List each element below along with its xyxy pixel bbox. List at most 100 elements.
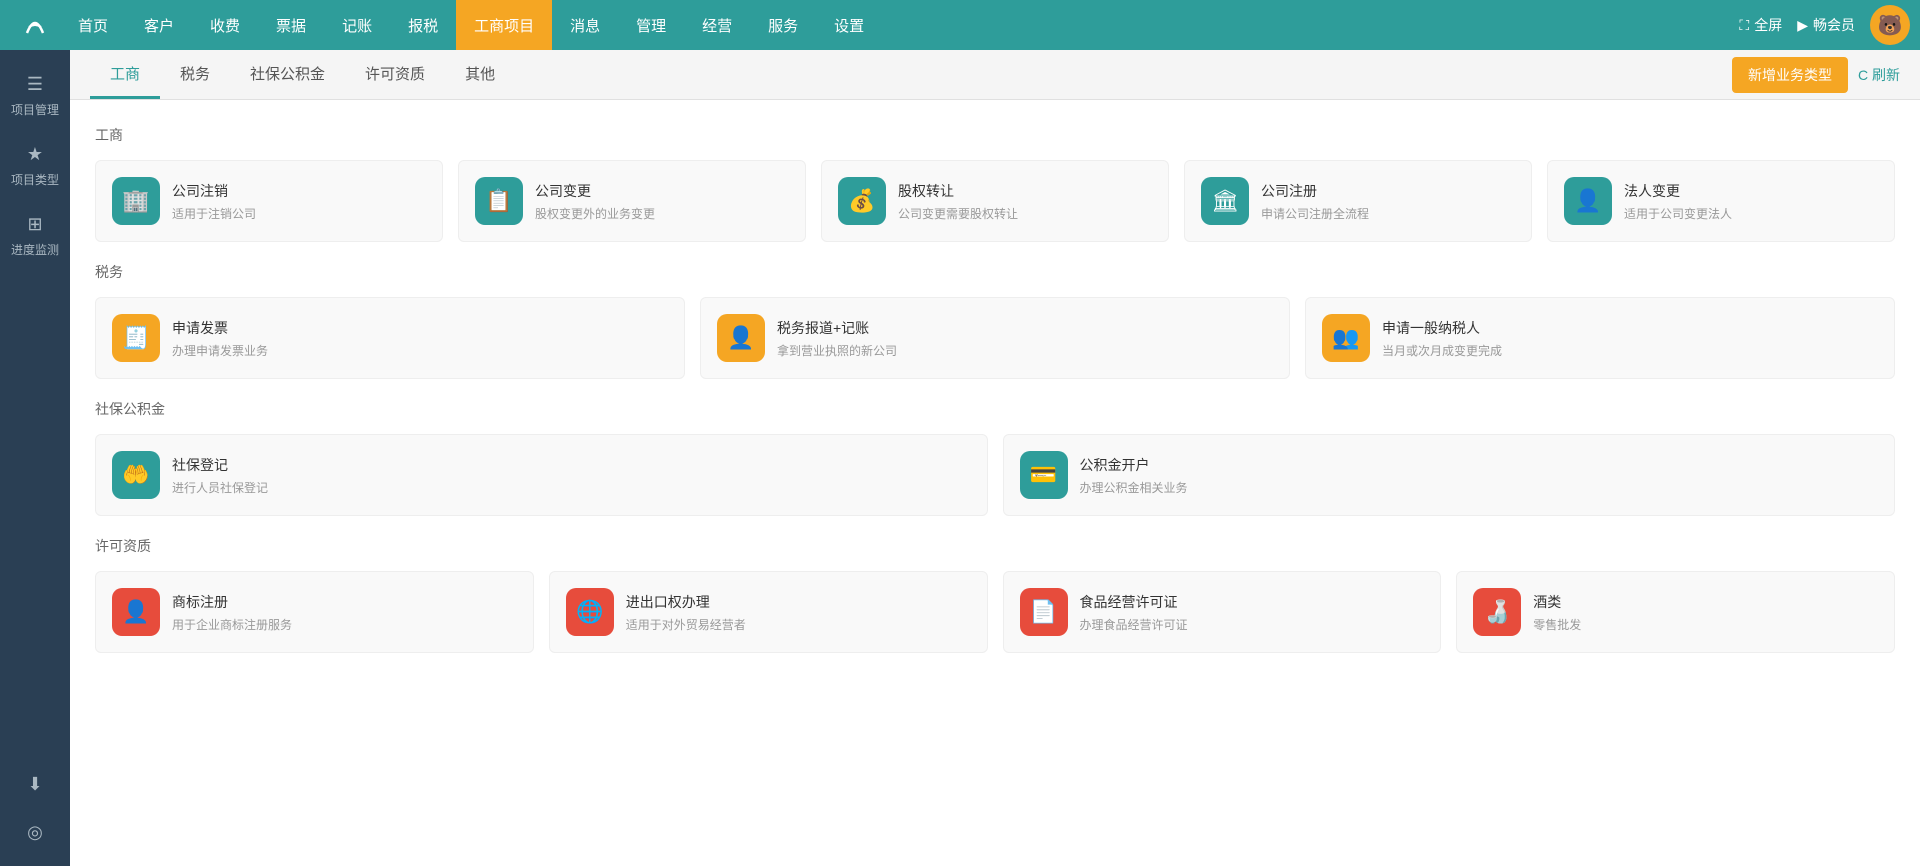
card-title: 法人变更	[1624, 181, 1878, 201]
card-申请一般纳税人[interactable]: 👥 申请一般纳税人 当月或次月成变更完成	[1305, 297, 1895, 379]
sidebar-item-进度监测[interactable]: ⊞ 进度监测	[0, 200, 70, 270]
sidebar-bottom-icon: ⬇	[23, 772, 47, 796]
sidebar-item-项目类型[interactable]: ★ 项目类型	[0, 130, 70, 200]
app-logo[interactable]	[10, 0, 60, 50]
card-icon: 👤	[1574, 188, 1601, 214]
section-title-许可资质: 许可资质	[95, 536, 1895, 556]
card-info: 公司变更 股权变更外的业务变更	[535, 181, 789, 222]
content-area: 工商税务社保公积金许可资质其他 新增业务类型 C 刷新 工商 🏢 公司注销 适用…	[70, 50, 1920, 866]
card-title: 股权转让	[898, 181, 1152, 201]
nav-item-服务[interactable]: 服务	[750, 0, 816, 50]
new-type-button[interactable]: 新增业务类型	[1732, 57, 1848, 93]
card-社保登记[interactable]: 🤲 社保登记 进行人员社保登记	[95, 434, 988, 516]
card-desc: 适用于公司变更法人	[1624, 205, 1878, 222]
card-icon: 💰	[848, 188, 875, 214]
card-酒类[interactable]: 🍶 酒类 零售批发	[1456, 571, 1895, 653]
tab-许可资质[interactable]: 许可资质	[345, 50, 445, 99]
top-navigation: 首页客户收费票据记账报税工商项目消息管理经营服务设置 ⛶ 全屏 ▶ 畅会员 🐻	[0, 0, 1920, 50]
card-公司变更[interactable]: 📋 公司变更 股权变更外的业务变更	[458, 160, 806, 242]
card-公积金开户[interactable]: 💳 公积金开户 办理公积金相关业务	[1003, 434, 1896, 516]
card-icon: 🍶	[1484, 599, 1511, 625]
mascot-avatar[interactable]: 🐻	[1870, 5, 1910, 45]
card-title: 申请发票	[172, 318, 668, 338]
nav-item-收费[interactable]: 收费	[192, 0, 258, 50]
vip-button[interactable]: ▶ 畅会员	[1797, 15, 1855, 35]
refresh-button[interactable]: C 刷新	[1858, 65, 1900, 85]
card-info: 酒类 零售批发	[1533, 592, 1878, 633]
nav-item-票据[interactable]: 票据	[258, 0, 324, 50]
card-info: 申请发票 办理申请发票业务	[172, 318, 668, 359]
card-icon-wrap: 🌐	[566, 588, 614, 636]
sidebar-bottom: ⬇◎	[0, 760, 70, 866]
card-申请发票[interactable]: 🧾 申请发票 办理申请发票业务	[95, 297, 685, 379]
card-股权转让[interactable]: 💰 股权转让 公司变更需要股权转让	[821, 160, 1169, 242]
tab-工商[interactable]: 工商	[90, 50, 160, 99]
card-icon: 👤	[727, 325, 754, 351]
card-info: 公司注册 申请公司注册全流程	[1261, 181, 1515, 222]
nav-item-管理[interactable]: 管理	[618, 0, 684, 50]
sidebar-label: 进度监测	[11, 241, 59, 258]
card-info: 申请一般纳税人 当月或次月成变更完成	[1382, 318, 1878, 359]
card-icon: 🏢	[122, 188, 149, 214]
card-info: 社保登记 进行人员社保登记	[172, 455, 971, 496]
card-title: 税务报道+记账	[777, 318, 1273, 338]
card-icon: 📋	[485, 188, 512, 214]
card-title: 商标注册	[172, 592, 517, 612]
vip-label: 畅会员	[1813, 15, 1855, 35]
card-icon-wrap: 🏛	[1201, 177, 1249, 225]
card-title: 进出口权办理	[626, 592, 971, 612]
card-desc: 申请公司注册全流程	[1261, 205, 1515, 222]
tab-社保公积金[interactable]: 社保公积金	[230, 50, 345, 99]
nav-item-报税[interactable]: 报税	[390, 0, 456, 50]
card-税务报道+记账[interactable]: 👤 税务报道+记账 拿到营业执照的新公司	[700, 297, 1290, 379]
nav-item-消息[interactable]: 消息	[552, 0, 618, 50]
card-info: 法人变更 适用于公司变更法人	[1624, 181, 1878, 222]
card-进出口权办理[interactable]: 🌐 进出口权办理 适用于对外贸易经营者	[549, 571, 988, 653]
card-info: 公积金开户 办理公积金相关业务	[1080, 455, 1879, 496]
card-食品经营许可证[interactable]: 📄 食品经营许可证 办理食品经营许可证	[1003, 571, 1442, 653]
nav-item-工商项目[interactable]: 工商项目	[456, 0, 552, 50]
sidebar-item-项目管理[interactable]: ☰ 项目管理	[0, 60, 70, 130]
card-公司注册[interactable]: 🏛 公司注册 申请公司注册全流程	[1184, 160, 1532, 242]
card-icon: 👤	[122, 599, 149, 625]
sidebar-bottom-item[interactable]: ⬇	[0, 760, 70, 808]
card-icon-wrap: 👤	[717, 314, 765, 362]
card-法人变更[interactable]: 👤 法人变更 适用于公司变更法人	[1547, 160, 1895, 242]
card-title: 食品经营许可证	[1080, 592, 1425, 612]
nav-right-actions: ⛶ 全屏 ▶ 畅会员 🐻	[1739, 5, 1910, 45]
card-title: 社保登记	[172, 455, 971, 475]
tab-其他[interactable]: 其他	[445, 50, 515, 99]
card-desc: 用于企业商标注册服务	[172, 616, 517, 633]
nav-items: 首页客户收费票据记账报税工商项目消息管理经营服务设置	[60, 0, 1739, 50]
card-title: 公司注册	[1261, 181, 1515, 201]
card-info: 进出口权办理 适用于对外贸易经营者	[626, 592, 971, 633]
card-title: 公司变更	[535, 181, 789, 201]
card-info: 公司注销 适用于注销公司	[172, 181, 426, 222]
card-icon-wrap: 🤲	[112, 451, 160, 499]
sidebar-bottom-item[interactable]: ◎	[0, 808, 70, 856]
card-desc: 当月或次月成变更完成	[1382, 342, 1878, 359]
nav-item-客户[interactable]: 客户	[126, 0, 192, 50]
tab-税务[interactable]: 税务	[160, 50, 230, 99]
nav-item-经营[interactable]: 经营	[684, 0, 750, 50]
card-商标注册[interactable]: 👤 商标注册 用于企业商标注册服务	[95, 571, 534, 653]
section-title-工商: 工商	[95, 125, 1895, 145]
card-icon: 🌐	[576, 599, 603, 625]
nav-item-记账[interactable]: 记账	[324, 0, 390, 50]
card-info: 税务报道+记账 拿到营业执照的新公司	[777, 318, 1273, 359]
content-body: 工商 🏢 公司注销 适用于注销公司 📋 公司变更 股权变更外的业务变更 💰 股权…	[70, 100, 1920, 866]
nav-item-设置[interactable]: 设置	[816, 0, 882, 50]
sidebar: ☰ 项目管理 ★ 项目类型 ⊞ 进度监测 ⬇◎	[0, 50, 70, 866]
card-公司注销[interactable]: 🏢 公司注销 适用于注销公司	[95, 160, 443, 242]
card-icon-wrap: 💰	[838, 177, 886, 225]
card-icon-wrap: 🏢	[112, 177, 160, 225]
main-layout: ☰ 项目管理 ★ 项目类型 ⊞ 进度监测 ⬇◎ 工商税务社保公积金许可资质其他 …	[0, 50, 1920, 866]
nav-item-首页[interactable]: 首页	[60, 0, 126, 50]
card-info: 商标注册 用于企业商标注册服务	[172, 592, 517, 633]
card-icon: 🧾	[122, 325, 149, 351]
card-icon: 👥	[1332, 325, 1359, 351]
sidebar-label: 项目类型	[11, 171, 59, 188]
card-desc: 办理食品经营许可证	[1080, 616, 1425, 633]
fullscreen-button[interactable]: ⛶ 全屏	[1739, 15, 1782, 35]
card-icon-wrap: 👤	[1564, 177, 1612, 225]
